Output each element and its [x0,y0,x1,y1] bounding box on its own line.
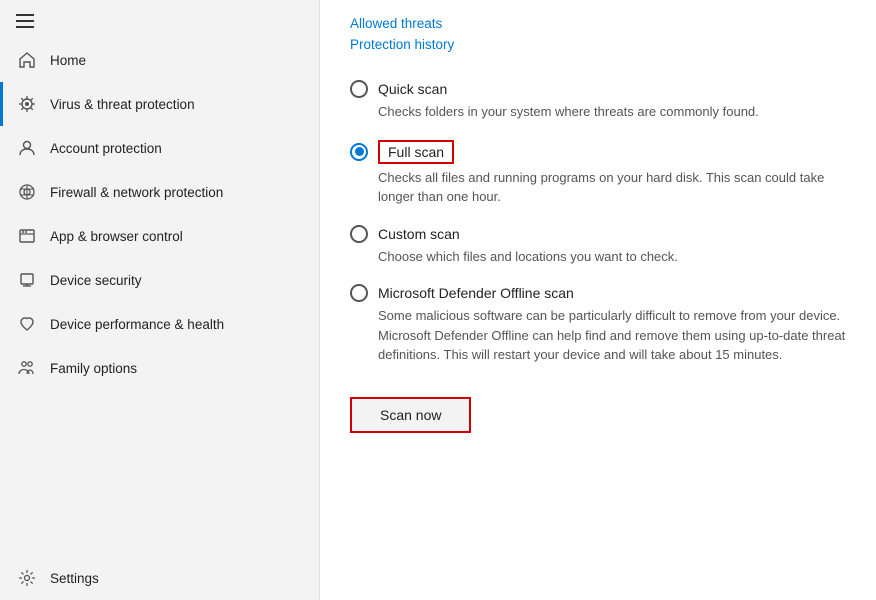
device-security-icon [16,269,38,291]
custom-scan-row[interactable]: Custom scan [350,225,846,243]
sidebar-item-account-label: Account protection [50,141,162,156]
custom-scan-option: Custom scan Choose which files and locat… [350,225,846,267]
sidebar-item-device-health-label: Device performance & health [50,317,224,332]
sidebar-item-account[interactable]: Account protection [0,126,319,170]
full-scan-label: Full scan [378,140,454,164]
hamburger-button[interactable] [0,0,319,38]
quick-scan-option: Quick scan Checks folders in your system… [350,80,846,122]
family-icon [16,357,38,379]
sidebar-item-device-health[interactable]: Device performance & health [0,302,319,346]
sidebar-item-family[interactable]: Family options [0,346,319,390]
sidebar-item-device-security-label: Device security [50,273,142,288]
quick-scan-label: Quick scan [378,81,447,97]
sidebar: Home Virus & threat protection [0,0,320,600]
sidebar-settings-label: Settings [50,571,99,586]
home-icon [16,49,38,71]
sidebar-item-device-security[interactable]: Device security [0,258,319,302]
allowed-threats-link[interactable]: Allowed threats [350,16,846,31]
offline-scan-option: Microsoft Defender Offline scan Some mal… [350,284,846,365]
sidebar-item-app-browser[interactable]: App & browser control [0,214,319,258]
sidebar-item-firewall[interactable]: Firewall & network protection [0,170,319,214]
offline-scan-description: Some malicious software can be particula… [378,306,846,365]
main-content: Allowed threats Protection history Quick… [320,0,876,600]
sidebar-item-firewall-label: Firewall & network protection [50,185,223,200]
sidebar-item-virus-label: Virus & threat protection [50,97,195,112]
custom-scan-description: Choose which files and locations you wan… [378,247,846,267]
offline-scan-radio[interactable] [350,284,368,302]
custom-scan-label: Custom scan [378,226,460,242]
offline-scan-label: Microsoft Defender Offline scan [378,285,574,301]
sidebar-item-family-label: Family options [50,361,137,376]
scan-now-button[interactable]: Scan now [350,397,471,433]
sidebar-item-app-browser-label: App & browser control [50,229,183,244]
full-scan-description: Checks all files and running programs on… [378,168,846,207]
links-section: Allowed threats Protection history [350,16,846,52]
firewall-icon [16,181,38,203]
quick-scan-radio[interactable] [350,80,368,98]
full-scan-row[interactable]: Full scan [350,140,846,164]
offline-scan-row[interactable]: Microsoft Defender Offline scan [350,284,846,302]
sidebar-item-virus[interactable]: Virus & threat protection [0,82,319,126]
sidebar-item-settings[interactable]: Settings [0,556,319,600]
account-icon [16,137,38,159]
protection-history-link[interactable]: Protection history [350,37,846,52]
hamburger-icon [16,14,34,28]
custom-scan-radio[interactable] [350,225,368,243]
quick-scan-description: Checks folders in your system where thre… [378,102,846,122]
sidebar-item-home-label: Home [50,53,86,68]
quick-scan-row[interactable]: Quick scan [350,80,846,98]
settings-icon [16,567,38,589]
full-scan-option: Full scan Checks all files and running p… [350,140,846,207]
sidebar-item-home[interactable]: Home [0,38,319,82]
app-browser-icon [16,225,38,247]
virus-icon [16,93,38,115]
full-scan-radio[interactable] [350,143,368,161]
device-health-icon [16,313,38,335]
scan-options: Quick scan Checks folders in your system… [350,80,846,383]
